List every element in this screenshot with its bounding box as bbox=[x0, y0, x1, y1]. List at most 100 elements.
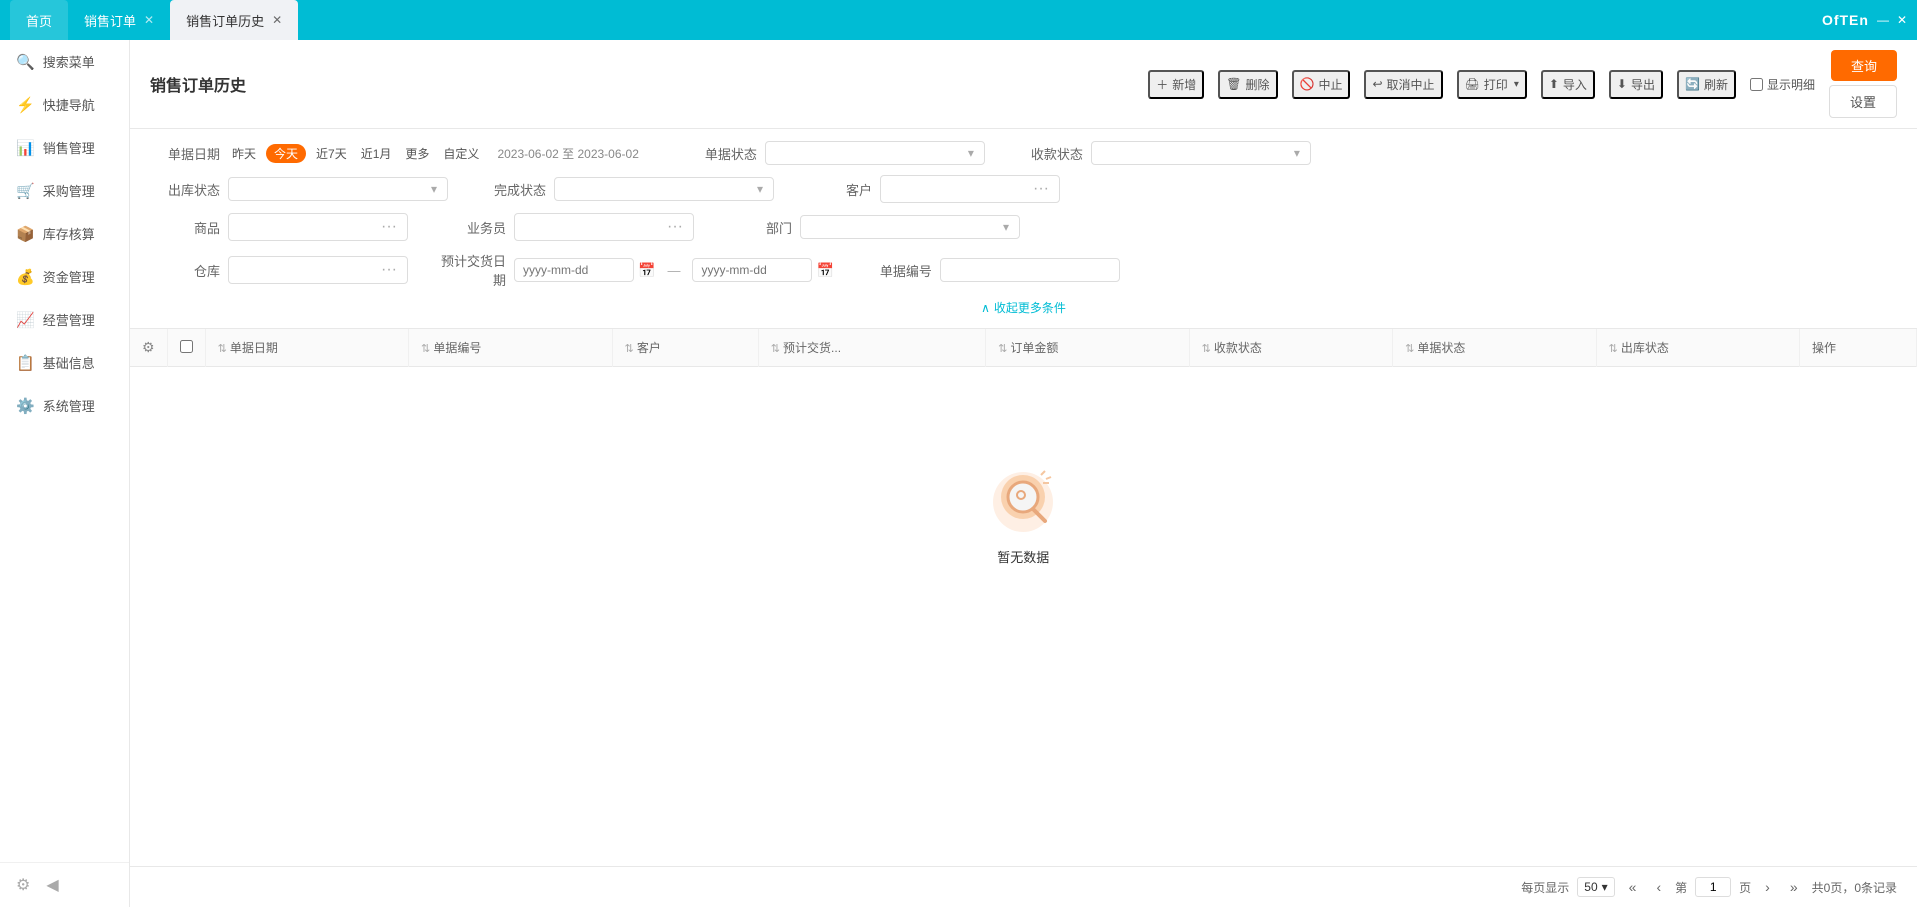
last-page-icon: » bbox=[1790, 879, 1798, 895]
th-doc-status-label: 单据状态 bbox=[1417, 341, 1465, 355]
last-page-button[interactable]: » bbox=[1784, 877, 1804, 897]
page-header: 销售订单历史 ＋ 新增 🗑 删除 🚫 中止 ↩ 取消中止 bbox=[130, 40, 1917, 129]
sidebar-item-finance[interactable]: 💰 资金管理 bbox=[0, 255, 129, 298]
current-page-input[interactable] bbox=[1695, 877, 1731, 897]
collapse-filter-row[interactable]: ∧ 收起更多条件 bbox=[150, 299, 1897, 316]
sidebar-item-search-menu[interactable]: 🔍 搜索菜单 bbox=[0, 40, 129, 83]
calendar-to-icon[interactable]: 📅 bbox=[816, 262, 833, 279]
date-filter-label: 单据日期 bbox=[150, 144, 220, 163]
sales-mgmt-icon: 📊 bbox=[16, 139, 35, 157]
next-page-button[interactable]: › bbox=[1759, 877, 1776, 897]
payment-status-arrow: ▾ bbox=[1294, 146, 1300, 160]
doc-status-select[interactable]: ▾ bbox=[765, 141, 985, 165]
empty-text: 暂无数据 bbox=[997, 547, 1049, 566]
window-close[interactable]: ✕ bbox=[1897, 13, 1907, 27]
delete-button[interactable]: 🗑 删除 bbox=[1218, 70, 1277, 99]
salesperson-input[interactable]: ··· bbox=[514, 213, 694, 241]
sidebar-item-purchase-mgmt[interactable]: 🛒 采购管理 bbox=[0, 169, 129, 212]
th-expected-delivery-label: 预计交货... bbox=[783, 341, 841, 355]
window-minimize[interactable]: — bbox=[1877, 13, 1889, 27]
import-label: 导入 bbox=[1563, 76, 1587, 93]
per-page-arrow: ▾ bbox=[1602, 880, 1608, 894]
payment-status-select[interactable]: ▾ bbox=[1091, 141, 1311, 165]
refresh-icon: 🔄 bbox=[1685, 77, 1700, 91]
collapse-up-icon: ∧ bbox=[981, 301, 990, 315]
department-label: 部门 bbox=[722, 218, 792, 237]
doc-number-input[interactable] bbox=[940, 258, 1120, 282]
th-out-status[interactable]: 出库状态 bbox=[1596, 329, 1799, 367]
expected-date-from-input[interactable] bbox=[514, 258, 634, 282]
sidebar-settings-icon[interactable]: ⚙ bbox=[16, 875, 30, 895]
export-button[interactable]: ⬇ 导出 bbox=[1609, 70, 1663, 99]
sidebar-item-sales-mgmt[interactable]: 📊 销售管理 bbox=[0, 126, 129, 169]
date-custom-btn[interactable]: 自定义 bbox=[439, 143, 483, 164]
th-expected-delivery[interactable]: 预计交货... bbox=[758, 329, 985, 367]
sidebar-item-purchase-label: 采购管理 bbox=[43, 181, 95, 200]
th-payment-status[interactable]: 收款状态 bbox=[1189, 329, 1392, 367]
complete-status-select[interactable]: ▾ bbox=[554, 177, 774, 201]
expected-date-to-input[interactable] bbox=[692, 258, 812, 282]
sidebar-item-basic-info[interactable]: 📋 基础信息 bbox=[0, 341, 129, 384]
stop-button[interactable]: 🚫 中止 bbox=[1292, 70, 1351, 99]
per-page-select[interactable]: 50 ▾ bbox=[1577, 877, 1614, 897]
th-customer[interactable]: 客户 bbox=[612, 329, 758, 367]
th-doc-date[interactable]: 单据日期 bbox=[205, 329, 408, 367]
import-icon: ⬆ bbox=[1549, 77, 1559, 91]
sidebar-item-quick-nav[interactable]: ⚡ 快捷导航 bbox=[0, 83, 129, 126]
date-1month-btn[interactable]: 近1月 bbox=[357, 143, 396, 164]
show-details-checkbox[interactable]: 显示明细 bbox=[1750, 76, 1815, 93]
salesperson-label: 业务员 bbox=[436, 218, 506, 237]
sidebar-collapse-icon[interactable]: ◀ bbox=[46, 875, 58, 895]
sidebar-item-operations[interactable]: 📈 经营管理 bbox=[0, 298, 129, 341]
date-yesterday-btn[interactable]: 昨天 bbox=[228, 143, 260, 164]
customer-input[interactable]: ··· bbox=[880, 175, 1060, 203]
show-details-input[interactable] bbox=[1750, 78, 1763, 91]
sidebar-item-inventory[interactable]: 📦 库存核算 bbox=[0, 212, 129, 255]
tab-sales-order-history[interactable]: 销售订单历史 ✕ bbox=[170, 0, 298, 40]
out-status-select[interactable]: ▾ bbox=[228, 177, 448, 201]
query-label: 查询 bbox=[1851, 59, 1877, 74]
sidebar: 🔍 搜索菜单 ⚡ 快捷导航 📊 销售管理 🛒 采购管理 📦 库存核算 💰 资金管… bbox=[0, 40, 130, 907]
empty-state-cell: 暂无数据 bbox=[130, 367, 1917, 647]
new-button[interactable]: ＋ 新增 bbox=[1148, 70, 1204, 99]
import-button[interactable]: ⬆ 导入 bbox=[1541, 70, 1595, 99]
date-7days-btn[interactable]: 近7天 bbox=[312, 143, 351, 164]
column-settings-button[interactable]: ⚙ bbox=[142, 339, 155, 356]
product-ellipsis[interactable]: ··· bbox=[381, 218, 397, 236]
print-icon: 🖨 bbox=[1465, 77, 1480, 91]
date-range-text: 2023-06-02 至 2023-06-02 bbox=[497, 145, 638, 162]
calendar-from-icon[interactable]: 📅 bbox=[638, 262, 655, 279]
query-button[interactable]: 查询 bbox=[1831, 50, 1897, 81]
salesperson-ellipsis[interactable]: ··· bbox=[667, 218, 683, 236]
total-info: 共0页，0条记录 bbox=[1812, 879, 1897, 896]
customer-ellipsis[interactable]: ··· bbox=[1033, 180, 1049, 198]
tab-home[interactable]: 首页 bbox=[10, 0, 68, 40]
sidebar-bottom: ⚙ ◀ bbox=[0, 862, 129, 907]
tab-home-label: 首页 bbox=[26, 11, 52, 30]
tab-sales-order-history-close[interactable]: ✕ bbox=[272, 13, 282, 27]
cancel-stop-button[interactable]: ↩ 取消中止 bbox=[1364, 70, 1442, 99]
first-page-button[interactable]: « bbox=[1623, 877, 1643, 897]
department-select[interactable]: ▾ bbox=[800, 215, 1020, 239]
sidebar-item-basic-label: 基础信息 bbox=[43, 353, 95, 372]
warehouse-input[interactable]: ··· bbox=[228, 256, 408, 284]
empty-state-row: 暂无数据 bbox=[130, 367, 1917, 647]
print-button[interactable]: 🖨 打印 bbox=[1457, 70, 1527, 99]
prev-page-button[interactable]: ‹ bbox=[1650, 877, 1667, 897]
refresh-button[interactable]: 🔄 刷新 bbox=[1677, 70, 1736, 99]
select-all-checkbox[interactable] bbox=[180, 340, 193, 353]
settings-button[interactable]: 设置 bbox=[1829, 85, 1897, 118]
warehouse-ellipsis[interactable]: ··· bbox=[381, 261, 397, 279]
product-input[interactable]: ··· bbox=[228, 213, 408, 241]
th-doc-status[interactable]: 单据状态 bbox=[1393, 329, 1596, 367]
empty-state: 暂无数据 bbox=[130, 367, 1917, 646]
sidebar-item-system-mgmt[interactable]: ⚙️ 系统管理 bbox=[0, 384, 129, 427]
date-more-btn[interactable]: 更多 bbox=[401, 143, 433, 164]
th-doc-number[interactable]: 单据编号 bbox=[409, 329, 612, 367]
th-order-amount[interactable]: 订单金额 bbox=[986, 329, 1189, 367]
tab-sales-order-close[interactable]: ✕ bbox=[144, 13, 154, 27]
date-today-btn[interactable]: 今天 bbox=[266, 144, 306, 163]
tab-sales-order[interactable]: 销售订单 ✕ bbox=[68, 0, 170, 40]
date-range-separator: — bbox=[663, 263, 684, 278]
page-label: 第 bbox=[1675, 879, 1687, 896]
